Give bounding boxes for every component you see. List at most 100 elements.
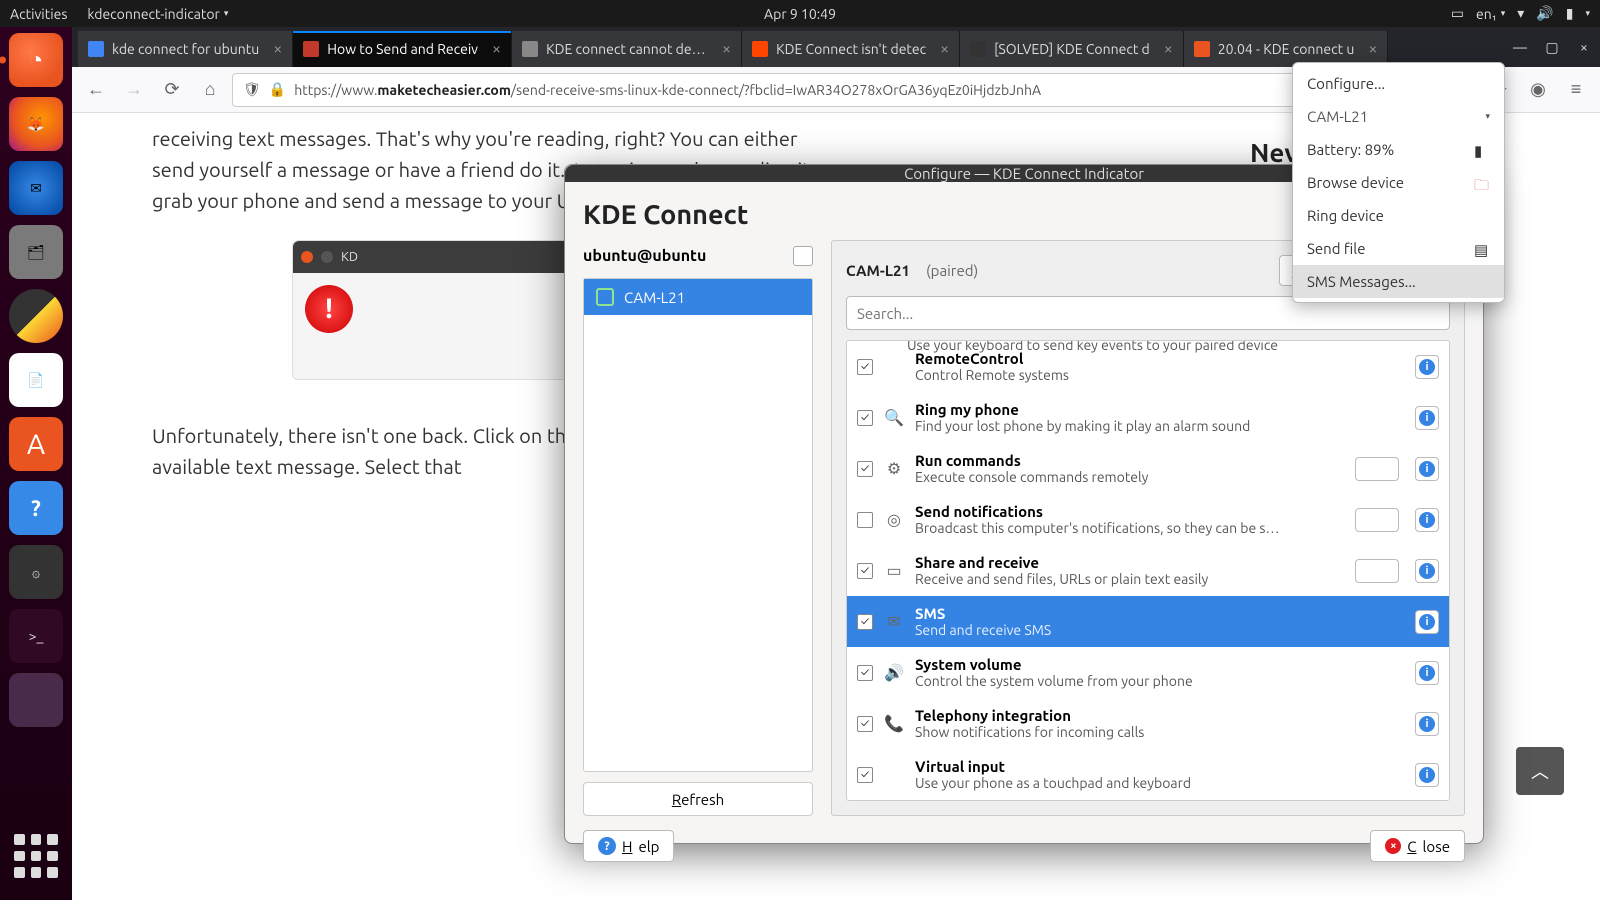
app-menu[interactable]: kdeconnect-indicator▾ <box>87 6 228 22</box>
dock-thunderbird[interactable]: ✉ <box>9 161 63 215</box>
close-icon[interactable]: × <box>1368 40 1377 58</box>
wifi-icon[interactable]: ▾ <box>1517 5 1524 22</box>
dock-terminal[interactable]: >_ <box>9 609 63 663</box>
plugin-info-button[interactable]: i <box>1415 559 1439 583</box>
paired-status: (paired) <box>926 262 978 279</box>
refresh-button[interactable]: RRefreshefresh <box>583 782 813 816</box>
language-indicator[interactable]: en₁▾ <box>1476 6 1505 22</box>
dock-rhythmbox[interactable] <box>9 289 63 343</box>
close-icon[interactable]: × <box>273 40 282 58</box>
dock-files[interactable]: ◔ <box>9 33 63 87</box>
help-icon: ? <box>598 837 616 855</box>
window-close[interactable]: × <box>1576 39 1592 55</box>
browser-tab[interactable]: KDE Connect isn't detec× <box>742 31 960 67</box>
plugin-icon: 🔍 <box>883 407 905 429</box>
plugin-info-button[interactable]: i <box>1415 406 1439 430</box>
gnome-topbar: Activities kdeconnect-indicator▾ Apr 9 1… <box>0 0 1600 27</box>
close-icon[interactable]: × <box>940 40 949 58</box>
tray-ring[interactable]: Ring device <box>1293 199 1504 232</box>
dock-firefox[interactable]: 🦊 <box>9 97 63 151</box>
tray-sms[interactable]: SMS Messages... <box>1293 265 1504 298</box>
scroll-to-top-button[interactable]: ︿ <box>1516 747 1564 795</box>
close-icon[interactable]: × <box>722 40 731 58</box>
plugin-config-button[interactable] <box>1355 508 1399 532</box>
plugin-row[interactable]: ✓ RemoteControlControl Remote systems i <box>847 341 1449 392</box>
nav-back[interactable]: ← <box>80 74 112 106</box>
close-icon[interactable]: × <box>1164 40 1173 58</box>
plugin-icon: 📞 <box>883 713 905 735</box>
tray-configure[interactable]: Configure... <box>1293 67 1504 100</box>
plugin-row[interactable]: ✓ 📞 Telephony integrationShow notificati… <box>847 698 1449 749</box>
nav-home[interactable]: ⌂ <box>194 74 226 106</box>
plugin-checkbox[interactable]: ✓ <box>857 359 873 375</box>
tray-kdeconnect-icon[interactable]: ▭ <box>1451 5 1464 22</box>
dock-filemanager[interactable]: 🗂 <box>9 225 63 279</box>
window-maximize[interactable]: ▢ <box>1544 39 1560 55</box>
plugin-info-button[interactable]: i <box>1415 712 1439 736</box>
tab-strip: kde connect for ubuntu× How to Send and … <box>72 27 1600 67</box>
plugin-row[interactable]: ✓ 🔍 Ring my phoneFind your lost phone by… <box>847 392 1449 443</box>
tray-send-file[interactable]: Send file▤ <box>1293 232 1504 265</box>
host-checkbox[interactable] <box>793 246 813 266</box>
plugin-info-button[interactable]: i <box>1415 763 1439 787</box>
activities-button[interactable]: Activities <box>10 6 67 22</box>
desktop: kde connect for ubuntu× How to Send and … <box>72 27 1600 900</box>
nav-forward[interactable]: → <box>118 74 150 106</box>
plugin-checkbox[interactable]: ✓ <box>857 665 873 681</box>
volume-icon[interactable]: 🔊 <box>1536 5 1553 22</box>
phone-icon <box>596 288 614 306</box>
dock-software[interactable]: A <box>9 417 63 471</box>
plugin-config-button[interactable] <box>1355 457 1399 481</box>
plugin-checkbox[interactable] <box>857 512 873 528</box>
close-icon[interactable]: × <box>492 40 501 58</box>
plugin-row[interactable]: ◎ Send notificationsBroadcast this compu… <box>847 494 1449 545</box>
plugin-checkbox[interactable]: ✓ <box>857 614 873 630</box>
plugin-row[interactable]: ✓ ✉ SMSSend and receive SMS i <box>847 596 1449 647</box>
tray-browse[interactable]: Browse device🗀 <box>1293 166 1504 199</box>
plugin-row[interactable]: ✓ ▭ Share and receiveReceive and send fi… <box>847 545 1449 596</box>
plugin-info-button[interactable]: i <box>1415 355 1439 379</box>
dock-running[interactable] <box>9 673 63 727</box>
dock: ◔ 🦊 ✉ 🗂 📄 A ? ۞ >_ <box>0 27 72 900</box>
plugin-row[interactable]: ✓ Virtual inputUse your phone as a touch… <box>847 749 1449 800</box>
browser-tab[interactable]: kde connect for ubuntu× <box>78 31 293 67</box>
host-name: ubuntu@ubuntu <box>583 247 706 265</box>
clock[interactable]: Apr 9 10:49 <box>764 6 836 22</box>
battery-icon[interactable]: ▮ <box>1566 5 1574 22</box>
plugin-icon <box>883 356 905 378</box>
plugin-info-button[interactable]: i <box>1415 661 1439 685</box>
plugin-config-button[interactable] <box>1355 559 1399 583</box>
system-menu-toggle[interactable]: ▾ <box>1585 8 1590 19</box>
plugin-checkbox[interactable]: ✓ <box>857 563 873 579</box>
close-button[interactable]: ×Close <box>1370 830 1465 862</box>
tray-device-select[interactable]: CAM-L21▾ <box>1293 100 1504 133</box>
window-minimize[interactable]: — <box>1512 39 1528 55</box>
plugin-checkbox[interactable]: ✓ <box>857 767 873 783</box>
plugin-info-button[interactable]: i <box>1415 457 1439 481</box>
plugin-checkbox[interactable]: ✓ <box>857 461 873 477</box>
device-item[interactable]: CAM-L21 <box>584 279 812 315</box>
warning-icon: ! <box>305 285 353 333</box>
browser-tab[interactable]: How to Send and Receiv× <box>293 31 512 67</box>
account-icon[interactable]: ◉ <box>1522 74 1554 106</box>
plugin-row[interactable]: ✓ ⚙ Run commandsExecute console commands… <box>847 443 1449 494</box>
browser-tab[interactable]: KDE connect cannot detect× <box>512 31 742 67</box>
hamburger-icon[interactable]: ≡ <box>1560 74 1592 106</box>
plugin-icon: 🔊 <box>883 662 905 684</box>
tray-battery: Battery: 89%▮ <box>1293 133 1504 166</box>
dock-kdeconnect[interactable]: ۞ <box>9 545 63 599</box>
plugin-row[interactable]: ✓ 🔊 System volumeControl the system volu… <box>847 647 1449 698</box>
browser-tab[interactable]: [SOLVED] KDE Connect d× <box>960 31 1184 67</box>
plugin-icon: ◎ <box>883 509 905 531</box>
dock-libreoffice[interactable]: 📄 <box>9 353 63 407</box>
nav-reload[interactable]: ⟳ <box>156 74 188 106</box>
dock-show-apps[interactable] <box>10 830 62 882</box>
shield-icon: 🛡 <box>243 81 261 98</box>
plugin-info-button[interactable]: i <box>1415 610 1439 634</box>
dock-help[interactable]: ? <box>9 481 63 535</box>
plugin-checkbox[interactable]: ✓ <box>857 410 873 426</box>
plugin-info-button[interactable]: i <box>1415 508 1439 532</box>
plugin-checkbox[interactable]: ✓ <box>857 716 873 732</box>
help-button[interactable]: ?Help <box>583 830 674 862</box>
plugin-list[interactable]: Use your keyboard to send key events to … <box>846 340 1450 801</box>
